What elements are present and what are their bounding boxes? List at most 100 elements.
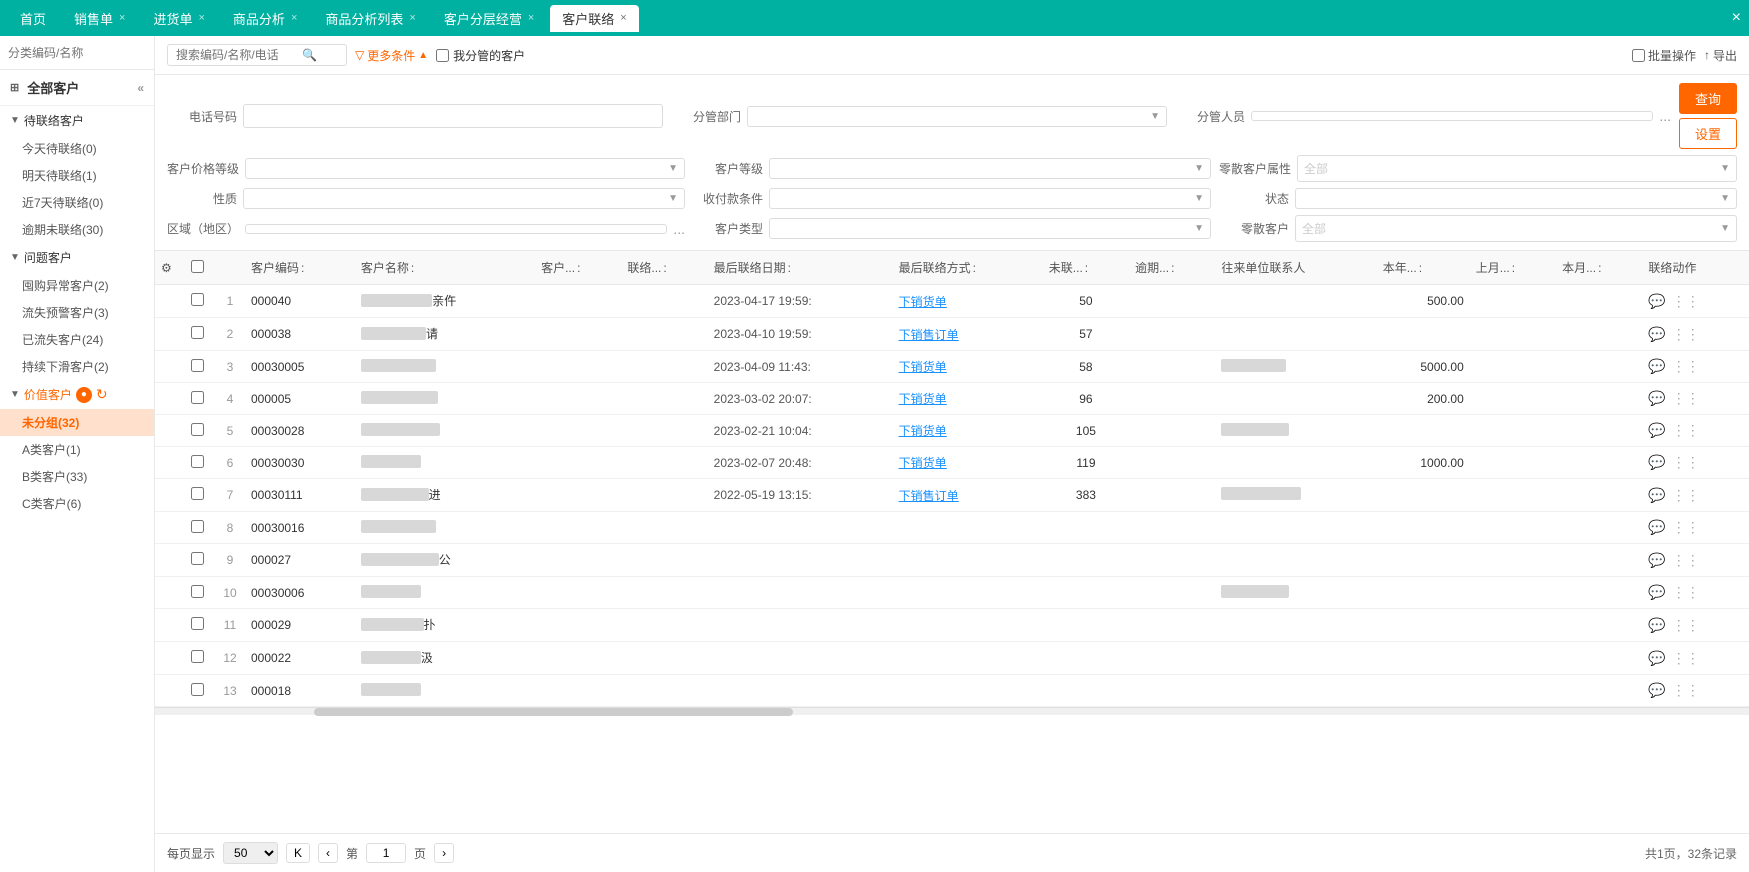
row-check[interactable]: [191, 423, 204, 436]
more-action-icon[interactable]: ⋮⋮: [1672, 487, 1700, 504]
contact-action-icon[interactable]: 💬: [1648, 650, 1665, 667]
sidebar-item-lost[interactable]: 已流失客户(24): [0, 326, 154, 353]
row-last-contact-method[interactable]: [893, 609, 1043, 642]
contact-action-icon[interactable]: 💬: [1648, 358, 1665, 375]
contact-action-icon[interactable]: 💬: [1648, 326, 1665, 343]
more-action-icon[interactable]: ⋮⋮: [1672, 358, 1700, 375]
row-checkbox[interactable]: [185, 577, 215, 609]
query-btn[interactable]: 查询: [1679, 83, 1737, 114]
export-btn[interactable]: ↑ 导出: [1704, 47, 1737, 64]
contact-action-icon[interactable]: 💬: [1648, 293, 1665, 310]
close-purchase-tab[interactable]: ×: [198, 12, 204, 24]
sidebar-section-value[interactable]: ▼ 价值客户 ● ↻: [0, 380, 154, 409]
col-code[interactable]: 客户编码:: [245, 251, 355, 285]
first-page-btn[interactable]: K: [286, 843, 310, 863]
row-check[interactable]: [191, 391, 204, 404]
customer-level-select[interactable]: ▼: [769, 158, 1211, 179]
row-checkbox[interactable]: [185, 675, 215, 707]
next-page-btn[interactable]: ›: [434, 843, 454, 863]
tab-product-list[interactable]: 商品分析列表 ×: [313, 5, 427, 32]
more-action-icon[interactable]: ⋮⋮: [1672, 682, 1700, 699]
region-select[interactable]: [245, 224, 667, 234]
batch-operation-btn[interactable]: 批量操作: [1632, 47, 1696, 64]
all-customers-item[interactable]: ⊞ 全部客户 «: [0, 70, 154, 106]
page-input[interactable]: [366, 843, 406, 863]
contact-action-icon[interactable]: 💬: [1648, 487, 1665, 504]
col-overdue[interactable]: 逾期...:: [1129, 251, 1215, 285]
row-checkbox[interactable]: [185, 447, 215, 479]
col-customer-type[interactable]: 客户...:: [535, 251, 621, 285]
tab-customer-contact[interactable]: 客户联络 ×: [550, 5, 638, 32]
close-product-analysis-tab[interactable]: ×: [291, 12, 297, 24]
row-checkbox[interactable]: [185, 512, 215, 544]
sidebar-collapse-btn[interactable]: «: [137, 81, 144, 95]
col-last-month[interactable]: 上月...:: [1470, 251, 1556, 285]
row-last-contact-method[interactable]: 下销货单: [893, 447, 1043, 479]
sidebar-item-overdue-pending[interactable]: 逾期未联络(30): [0, 216, 154, 243]
sidebar-item-tomorrow-pending[interactable]: 明天待联络(1): [0, 162, 154, 189]
close-sales-tab[interactable]: ×: [119, 12, 125, 24]
row-checkbox[interactable]: [185, 318, 215, 351]
more-action-icon[interactable]: ⋮⋮: [1672, 293, 1700, 310]
sidebar-item-today-pending[interactable]: 今天待联络(0): [0, 135, 154, 162]
row-check[interactable]: [191, 455, 204, 468]
price-level-select[interactable]: ▼: [245, 158, 685, 179]
row-check[interactable]: [191, 487, 204, 500]
refresh-icon[interactable]: ↻: [96, 386, 108, 403]
region-dots[interactable]: ...: [673, 221, 685, 237]
settings-icon[interactable]: ⚙: [161, 261, 172, 275]
col-this-year[interactable]: 本年...:: [1377, 251, 1470, 285]
attr-select[interactable]: 全部 ▼: [1297, 155, 1737, 182]
tab-purchase[interactable]: 进货单 ×: [141, 5, 216, 32]
more-action-icon[interactable]: ⋮⋮: [1672, 552, 1700, 569]
row-checkbox[interactable]: [185, 383, 215, 415]
row-last-contact-method[interactable]: 下销售订单: [893, 318, 1043, 351]
more-action-icon[interactable]: ⋮⋮: [1672, 650, 1700, 667]
nature-select[interactable]: ▼: [243, 188, 685, 209]
sidebar-item-class-a[interactable]: A类客户(1): [0, 436, 154, 463]
row-last-contact-method[interactable]: 下销货单: [893, 285, 1043, 318]
person-dots[interactable]: ...: [1659, 108, 1671, 124]
tab-home[interactable]: 首页: [8, 5, 58, 32]
sidebar-item-abnormal[interactable]: 囤购异常客户(2): [0, 272, 154, 299]
more-action-icon[interactable]: ⋮⋮: [1672, 326, 1700, 343]
close-product-list-tab[interactable]: ×: [409, 12, 415, 24]
row-checkbox[interactable]: [185, 609, 215, 642]
sidebar-section-pending[interactable]: ▼ 待联络客户: [0, 106, 154, 135]
row-check[interactable]: [191, 683, 204, 696]
close-customer-contact-tab[interactable]: ×: [620, 12, 626, 24]
col-last-contact-date[interactable]: 最后联络日期:: [708, 251, 893, 285]
sidebar-item-declining[interactable]: 持续下滑客户(2): [0, 353, 154, 380]
col-unit-contact[interactable]: 往来单位联系人: [1215, 251, 1376, 285]
person-select[interactable]: [1251, 111, 1653, 121]
sidebar-item-ungroup[interactable]: 未分组(32): [0, 409, 154, 436]
tab-product-analysis[interactable]: 商品分析 ×: [221, 5, 309, 32]
row-check[interactable]: [191, 520, 204, 533]
select-all-checkbox[interactable]: [191, 260, 204, 273]
contact-action-icon[interactable]: 💬: [1648, 422, 1665, 439]
main-search-input[interactable]: [176, 48, 296, 62]
row-check[interactable]: [191, 585, 204, 598]
customer-type-select[interactable]: ▼: [769, 218, 1211, 239]
row-checkbox[interactable]: [185, 479, 215, 512]
payment-select[interactable]: ▼: [769, 188, 1211, 209]
col-contact[interactable]: 联络...:: [621, 251, 707, 285]
row-check[interactable]: [191, 359, 204, 372]
phone-input[interactable]: [243, 104, 663, 128]
contact-action-icon[interactable]: 💬: [1648, 682, 1665, 699]
status-select[interactable]: ▼: [1295, 188, 1737, 209]
row-last-contact-method[interactable]: [893, 675, 1043, 707]
close-customer-segment-tab[interactable]: ×: [528, 12, 534, 24]
prev-page-btn[interactable]: ‹: [318, 843, 338, 863]
row-last-contact-method[interactable]: [893, 577, 1043, 609]
row-last-contact-method[interactable]: 下销货单: [893, 351, 1043, 383]
row-last-contact-method[interactable]: [893, 544, 1043, 577]
contact-action-icon[interactable]: 💬: [1648, 584, 1665, 601]
row-checkbox[interactable]: [185, 285, 215, 318]
more-action-icon[interactable]: ⋮⋮: [1672, 617, 1700, 634]
settings-col[interactable]: ⚙: [155, 251, 185, 285]
more-action-icon[interactable]: ⋮⋮: [1672, 422, 1700, 439]
row-last-contact-method[interactable]: [893, 512, 1043, 544]
row-check[interactable]: [191, 617, 204, 630]
col-this-month[interactable]: 本月...:: [1556, 251, 1642, 285]
